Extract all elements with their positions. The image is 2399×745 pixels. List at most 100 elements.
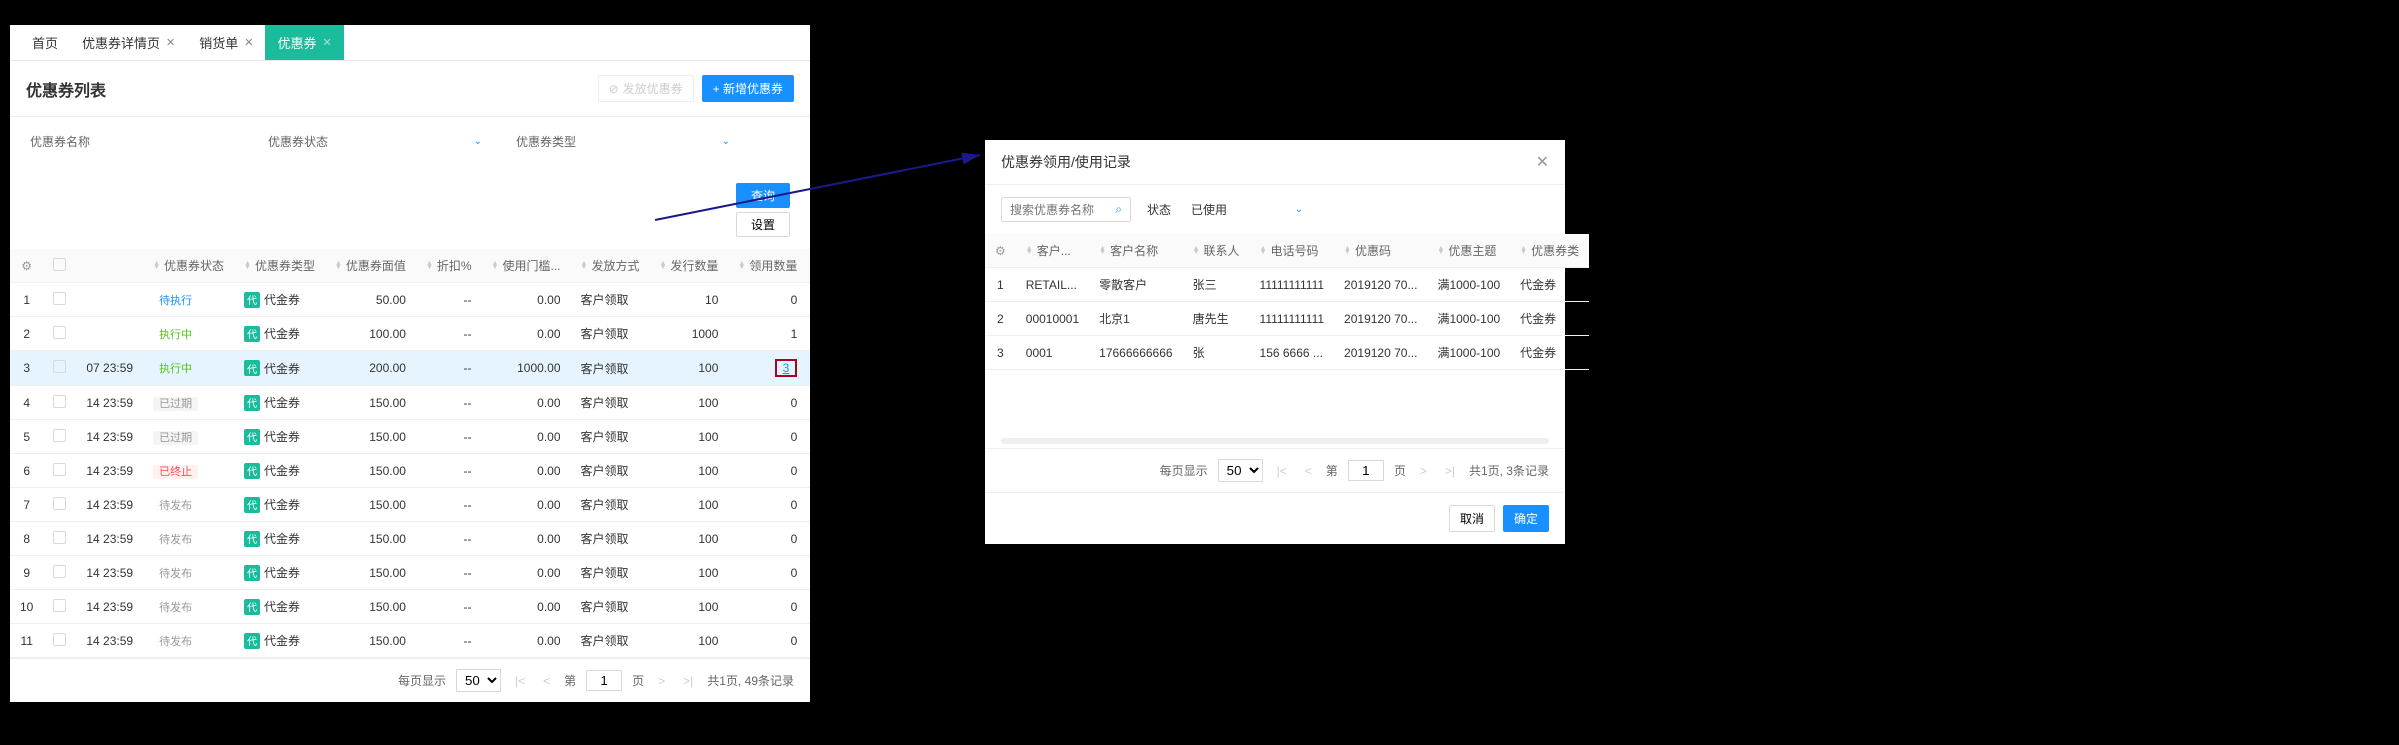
first-page-icon[interactable]: |< (1273, 464, 1291, 478)
row-checkbox[interactable] (53, 531, 66, 544)
add-coupon-button[interactable]: + 新增优惠券 (702, 75, 794, 102)
filter-bar: 优惠券名称 优惠券状态 ⌄ 优惠券类型 ⌄ 查询 设置 (10, 117, 810, 249)
main-window: 首页优惠券详情页✕销货单✕优惠券✕ 优惠券列表 ⊘ 发放优惠券 + 新增优惠券 … (10, 25, 810, 702)
table-row[interactable]: 307 23:59执行中代代金券200.00--1000.00客户领取10031… (10, 351, 810, 386)
col-issued[interactable]: ▲▼发行数量 (649, 249, 728, 283)
gear-icon[interactable]: ⚙ (985, 234, 1016, 268)
next-page-icon[interactable]: > (1416, 464, 1431, 478)
filter-type-label: 优惠券类型 (516, 133, 576, 150)
filter-status-select[interactable]: ⌄ (336, 132, 486, 151)
last-page-icon[interactable]: >| (679, 674, 697, 688)
col-status[interactable]: ▲▼优惠券状态 (143, 249, 234, 283)
page-summary: 共1页, 49条记录 (707, 672, 794, 689)
table-row[interactable]: 1RETAIL...零散客户张三111111111112019120 70...… (985, 268, 1589, 302)
col-code[interactable]: ▲▼优惠码 (1334, 234, 1427, 268)
close-icon[interactable]: ✕ (166, 36, 175, 49)
col-contact[interactable]: ▲▼联系人 (1183, 234, 1250, 268)
coupon-table: ⚙ ▲▼优惠券状态 ▲▼优惠券类型 ▲▼优惠券面值 ▲▼折扣% ▲▼使用门槛..… (10, 249, 810, 658)
table-row[interactable]: 1114 23:59待发布代代金券150.00--0.00客户领取10000↗▦ (10, 624, 810, 658)
status-badge: 已过期 (153, 431, 198, 445)
voucher-icon: 代 (244, 599, 260, 615)
first-page-icon[interactable]: |< (511, 674, 529, 688)
page-input[interactable] (586, 670, 622, 691)
voucher-icon: 代 (244, 463, 260, 479)
table-row[interactable]: 914 23:59待发布代代金券150.00--0.00客户领取10000↗▦ (10, 556, 810, 590)
search-icon[interactable]: ⌕ (1115, 202, 1122, 217)
row-checkbox[interactable] (53, 429, 66, 442)
modal-search-box[interactable]: ⌕ (1001, 197, 1131, 222)
col-claimed[interactable]: ▲▼领用数量 (728, 249, 807, 283)
col-custname[interactable]: ▲▼客户名称 (1089, 234, 1182, 268)
modal-per-page-select[interactable]: 50 (1218, 459, 1263, 482)
row-checkbox[interactable] (53, 565, 66, 578)
voucher-icon: 代 (244, 429, 260, 445)
modal-status-select[interactable]: 已使用⌄ (1187, 197, 1307, 222)
voucher-icon: 代 (244, 497, 260, 513)
row-checkbox[interactable] (53, 497, 66, 510)
settings-button[interactable]: 设置 (736, 212, 790, 237)
filter-name-input[interactable] (98, 129, 238, 153)
row-checkbox[interactable] (53, 395, 66, 408)
status-badge: 待发布 (153, 601, 198, 615)
table-row[interactable]: 414 23:59已过期代代金券150.00--0.00客户领取10000↗▦ (10, 386, 810, 420)
table-row[interactable]: 1待执行代代金券50.00--0.00客户领取1000↗▦ (10, 283, 810, 317)
col-type[interactable]: ▲▼优惠券类型 (234, 249, 325, 283)
status-badge: 待发布 (153, 533, 198, 547)
cancel-button[interactable]: 取消 (1449, 505, 1495, 532)
claimed-link[interactable]: 3 (775, 359, 798, 377)
next-page-icon[interactable]: > (654, 674, 669, 688)
confirm-button[interactable]: 确定 (1503, 505, 1549, 532)
modal-pagination: 每页显示 50 |< < 第 页 > >| 共1页, 3条记录 (985, 448, 1565, 492)
select-all-checkbox[interactable] (53, 258, 66, 271)
tab-优惠券详情页[interactable]: 优惠券详情页✕ (70, 25, 187, 60)
prev-page-icon[interactable]: < (539, 674, 554, 688)
row-checkbox[interactable] (53, 463, 66, 476)
status-badge: 待发布 (153, 567, 198, 581)
status-badge: 已终止 (153, 465, 198, 479)
col-method[interactable]: ▲▼发放方式 (571, 249, 650, 283)
close-icon[interactable]: ✕ (323, 36, 332, 49)
page-title: 优惠券列表 (26, 77, 106, 101)
last-page-icon[interactable]: >| (1441, 464, 1459, 478)
modal-search-input[interactable] (1010, 203, 1115, 217)
per-page-select[interactable]: 50 (456, 669, 501, 692)
row-checkbox[interactable] (53, 292, 66, 305)
distribute-button[interactable]: ⊘ 发放优惠券 (598, 75, 694, 102)
chevron-down-icon: ⌄ (722, 136, 730, 147)
table-row[interactable]: 614 23:59已终止代代金券150.00--0.00客户领取10000↗▦ (10, 454, 810, 488)
row-checkbox[interactable] (53, 633, 66, 646)
prev-page-icon[interactable]: < (1301, 464, 1316, 478)
col-discount[interactable]: ▲▼折扣% (416, 249, 482, 283)
tab-首页[interactable]: 首页 (20, 25, 70, 60)
row-checkbox[interactable] (53, 599, 66, 612)
close-icon[interactable]: ✕ (1536, 152, 1549, 172)
page-header: 优惠券列表 ⊘ 发放优惠券 + 新增优惠券 (10, 61, 810, 117)
col-face[interactable]: ▲▼优惠券面值 (325, 249, 416, 283)
col-phone[interactable]: ▲▼电话号码 (1250, 234, 1335, 268)
status-badge: 已过期 (153, 397, 198, 411)
col-threshold[interactable]: ▲▼使用门槛... (482, 249, 571, 283)
col-topic[interactable]: ▲▼优惠主题 (1427, 234, 1510, 268)
tab-销货单[interactable]: 销货单✕ (187, 25, 265, 60)
query-button[interactable]: 查询 (736, 183, 790, 208)
table-row[interactable]: 514 23:59已过期代代金券150.00--0.00客户领取10000↗▦ (10, 420, 810, 454)
table-row[interactable]: 814 23:59待发布代代金券150.00--0.00客户领取10000↗▦ (10, 522, 810, 556)
gear-icon[interactable]: ⚙ (10, 249, 43, 283)
modal-page-summary: 共1页, 3条记录 (1469, 462, 1549, 479)
table-row[interactable]: 1014 23:59待发布代代金券150.00--0.00客户领取10000↗▦ (10, 590, 810, 624)
filter-type-select[interactable]: ⌄ (584, 132, 734, 151)
table-row[interactable]: 2执行中代代金券100.00--0.00客户领取100010↗▦ (10, 317, 810, 351)
row-checkbox[interactable] (53, 326, 66, 339)
col-used[interactable]: ▲▼使用数量 (807, 249, 810, 283)
row-checkbox[interactable] (53, 360, 66, 373)
tab-优惠券[interactable]: 优惠券✕ (265, 25, 343, 60)
modal-page-input[interactable] (1348, 460, 1384, 481)
table-row[interactable]: 3000117666666666张156 6666 ...2019120 70.… (985, 336, 1589, 370)
col-mtype[interactable]: ▲▼优惠券类 (1510, 234, 1589, 268)
col-custno[interactable]: ▲▼客户... (1016, 234, 1089, 268)
horizontal-scrollbar[interactable] (1001, 438, 1549, 444)
close-icon[interactable]: ✕ (244, 36, 253, 49)
usage-table: ⚙ ▲▼客户... ▲▼客户名称 ▲▼联系人 ▲▼电话号码 ▲▼优惠码 ▲▼优惠… (985, 234, 1589, 370)
table-row[interactable]: 714 23:59待发布代代金券150.00--0.00客户领取10000↗▦ (10, 488, 810, 522)
table-row[interactable]: 200010001北京1唐先生111111111112019120 70...满… (985, 302, 1589, 336)
